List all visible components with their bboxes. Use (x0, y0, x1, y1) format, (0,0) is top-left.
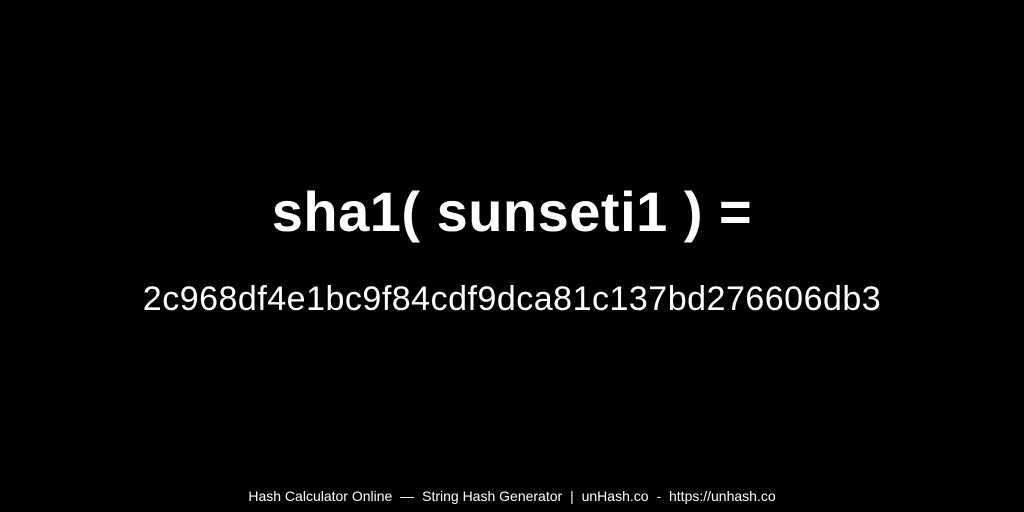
footer-separator: | (570, 488, 574, 504)
footer-subtitle: String Hash Generator (422, 488, 562, 504)
main-content: sha1( sunseti1 ) = 2c968df4e1bc9f84cdf9d… (0, 0, 1024, 512)
footer-separator: - (656, 488, 661, 504)
hash-expression: sha1( sunseti1 ) = (272, 179, 753, 244)
footer: Hash Calculator Online — String Hash Gen… (0, 488, 1024, 504)
hash-result: 2c968df4e1bc9f84cdf9dca81c137bd276606db3 (143, 280, 881, 319)
footer-site-name[interactable]: unHash.co (582, 488, 649, 504)
footer-app-name: Hash Calculator Online (248, 488, 392, 504)
footer-separator: — (400, 488, 414, 504)
footer-site-url[interactable]: https://unhash.co (669, 488, 776, 504)
